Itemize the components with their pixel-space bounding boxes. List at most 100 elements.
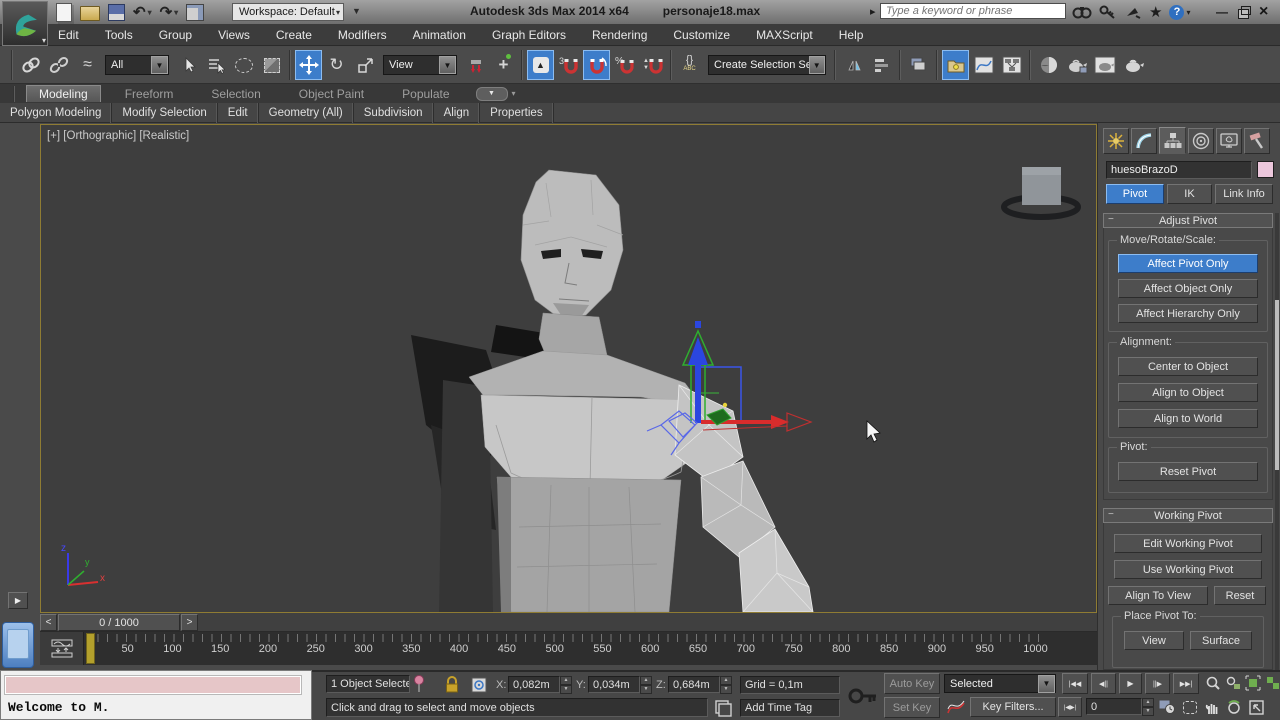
view-cube[interactable]	[1001, 167, 1081, 220]
time-slider-prev-key[interactable]: <	[40, 614, 57, 631]
menu-graph-editors[interactable]: Graph Editors	[490, 28, 568, 42]
ribbon-panel-polygon-modeling[interactable]: Polygon Modeling	[0, 102, 113, 123]
affect-hierarchy-only-button[interactable]: Affect Hierarchy Only	[1118, 304, 1258, 323]
panel-scrollbar-thumb[interactable]	[1275, 300, 1279, 470]
track-bar[interactable]: 0501001502002503003504004505005506006507…	[40, 632, 1097, 665]
current-frame-field[interactable]: 0	[1086, 698, 1142, 715]
select-move-icon[interactable]	[295, 50, 322, 80]
search-input[interactable]	[880, 3, 1066, 19]
set-project-folder-icon[interactable]	[186, 3, 205, 21]
object-name-field[interactable]: huesoBrazoD	[1106, 161, 1252, 179]
selection-lock-icon[interactable]	[444, 676, 460, 694]
tab-ik[interactable]: IK	[1167, 184, 1212, 204]
tab-pivot[interactable]: Pivot	[1106, 184, 1164, 204]
undo-button[interactable]: ↶ ▾	[133, 3, 152, 21]
spin-down-icon[interactable]: ▼	[560, 685, 572, 694]
spin-down-icon[interactable]: ▼	[640, 685, 652, 694]
favorites-star-icon[interactable]: ★	[1149, 3, 1162, 21]
current-frame-spinner[interactable]: 0 ▲ ▼	[1086, 698, 1154, 716]
menu-help[interactable]: Help	[837, 28, 866, 42]
save-file-icon[interactable]	[108, 3, 125, 21]
subscription-key-icon[interactable]	[1099, 4, 1117, 20]
pan-icon[interactable]	[1202, 697, 1222, 717]
angle-snap-icon[interactable]	[583, 50, 610, 80]
mirror-icon[interactable]	[840, 50, 867, 80]
ribbon-panel-geometry-all[interactable]: Geometry (All)	[259, 102, 354, 123]
affect-pivot-only-button[interactable]: Affect Pivot Only	[1118, 254, 1258, 273]
object-color-swatch[interactable]	[1257, 161, 1274, 178]
working-pivot-reset-button[interactable]: Reset	[1214, 586, 1266, 605]
set-keys-icon[interactable]	[848, 678, 878, 714]
render-setup-icon[interactable]	[1063, 50, 1090, 80]
time-slider-next-key[interactable]: >	[181, 614, 198, 631]
set-key-button[interactable]: Set Key	[884, 697, 940, 718]
bind-spacewarp-icon[interactable]: ≈	[73, 50, 100, 80]
mini-curve-editor-button[interactable]	[40, 632, 84, 665]
undo-caret-icon[interactable]: ▾	[148, 8, 152, 17]
time-slider-handle[interactable]: 0 / 1000	[58, 614, 180, 631]
add-time-tag-field[interactable]: Add Time Tag	[740, 699, 840, 717]
reset-pivot-button[interactable]: Reset Pivot	[1118, 462, 1258, 481]
x-spinner-arrows[interactable]: ▲ ▼	[560, 676, 572, 694]
y-spinner-arrows[interactable]: ▲ ▼	[640, 676, 652, 694]
align-to-object-button[interactable]: Align to Object	[1118, 383, 1258, 402]
region-zoom-icon[interactable]	[1180, 697, 1200, 717]
ribbon-tab-populate[interactable]: Populate	[390, 86, 461, 102]
affect-object-only-button[interactable]: Affect Object Only	[1118, 279, 1258, 298]
ribbon-panel-edit[interactable]: Edit	[218, 102, 259, 123]
spin-down-icon[interactable]: ▼	[1142, 707, 1154, 716]
material-editor-icon[interactable]	[1035, 50, 1062, 80]
align-to-view-button[interactable]: Align To View	[1108, 586, 1208, 605]
close-button[interactable]: ×	[1259, 3, 1268, 21]
time-tag-icon[interactable]	[714, 699, 732, 717]
rendered-frame-icon[interactable]	[1091, 50, 1118, 80]
ribbon-panel-properties[interactable]: Properties	[480, 102, 554, 123]
go-to-end-button[interactable]: ▶▶|	[1173, 673, 1199, 694]
window-crossing-icon[interactable]	[258, 50, 285, 80]
ribbon-flyout-icon[interactable]: ▾	[512, 89, 516, 98]
edit-working-pivot-button[interactable]: Edit Working Pivot	[1114, 534, 1262, 553]
viewport[interactable]: [+] [Orthographic] [Realistic] z x y	[40, 124, 1097, 613]
use-working-pivot-button[interactable]: Use Working Pivot	[1114, 560, 1262, 579]
menu-views[interactable]: Views	[216, 28, 252, 42]
play-button[interactable]: ▶	[1119, 673, 1142, 694]
spinner-snap-icon[interactable]: ▲ ▼	[639, 50, 666, 80]
schematic-view-icon[interactable]	[998, 50, 1025, 80]
ribbon-minimize-button[interactable]: ▼	[475, 86, 508, 101]
align-icon[interactable]	[868, 50, 895, 80]
menu-group[interactable]: Group	[157, 28, 194, 42]
align-to-world-button[interactable]: Align to World	[1118, 409, 1258, 428]
y-coord-spinner[interactable]: 0,034m ▲ ▼	[588, 676, 652, 694]
selection-lock-pin-icon[interactable]	[412, 674, 426, 694]
infocenter-arrow-icon[interactable]: ▸	[870, 5, 876, 18]
reference-coordinate-dropdown[interactable]: View ▼	[383, 55, 457, 75]
new-file-icon[interactable]	[56, 2, 72, 22]
named-selection-set-dropdown[interactable]: Create Selection Se ▼	[708, 55, 826, 75]
default-tangent-icon[interactable]	[946, 699, 966, 717]
maximize-viewport-icon[interactable]	[1246, 697, 1266, 717]
unlink-icon[interactable]	[45, 50, 72, 80]
app-logo-button[interactable]: ▾	[2, 1, 48, 46]
selection-region-icon[interactable]	[230, 50, 257, 80]
keyboard-override-icon[interactable]: ▲	[527, 50, 554, 80]
scene-explorer-icon[interactable]	[942, 50, 969, 80]
key-filters-button[interactable]: Key Filters...	[970, 697, 1056, 717]
spin-up-icon[interactable]: ▲	[640, 676, 652, 685]
viewport-canvas[interactable]	[41, 125, 1096, 612]
ribbon-panel-align[interactable]: Align	[434, 102, 481, 123]
tab-link-info[interactable]: Link Info	[1215, 184, 1273, 204]
ribbon-panel-subdivision[interactable]: Subdivision	[354, 102, 434, 123]
place-pivot-view-button[interactable]: View	[1124, 631, 1184, 650]
menu-create[interactable]: Create	[274, 28, 314, 42]
ribbon-tab-selection[interactable]: Selection	[199, 86, 272, 102]
time-configuration-icon[interactable]	[1156, 697, 1178, 717]
welcome-window[interactable]: Welcome to M.	[0, 670, 312, 720]
menu-customize[interactable]: Customize	[671, 28, 732, 42]
ribbon-tab-object-paint[interactable]: Object Paint	[287, 86, 376, 102]
time-slider-track[interactable]: < 0 / 1000 >	[40, 613, 1097, 632]
tab-modify[interactable]	[1131, 127, 1157, 154]
menu-edit[interactable]: Edit	[56, 28, 81, 42]
x-coord-field[interactable]: 0,082m	[508, 676, 560, 693]
rollout-working-pivot[interactable]: − Working Pivot	[1103, 508, 1273, 523]
select-object-icon[interactable]	[174, 50, 201, 80]
